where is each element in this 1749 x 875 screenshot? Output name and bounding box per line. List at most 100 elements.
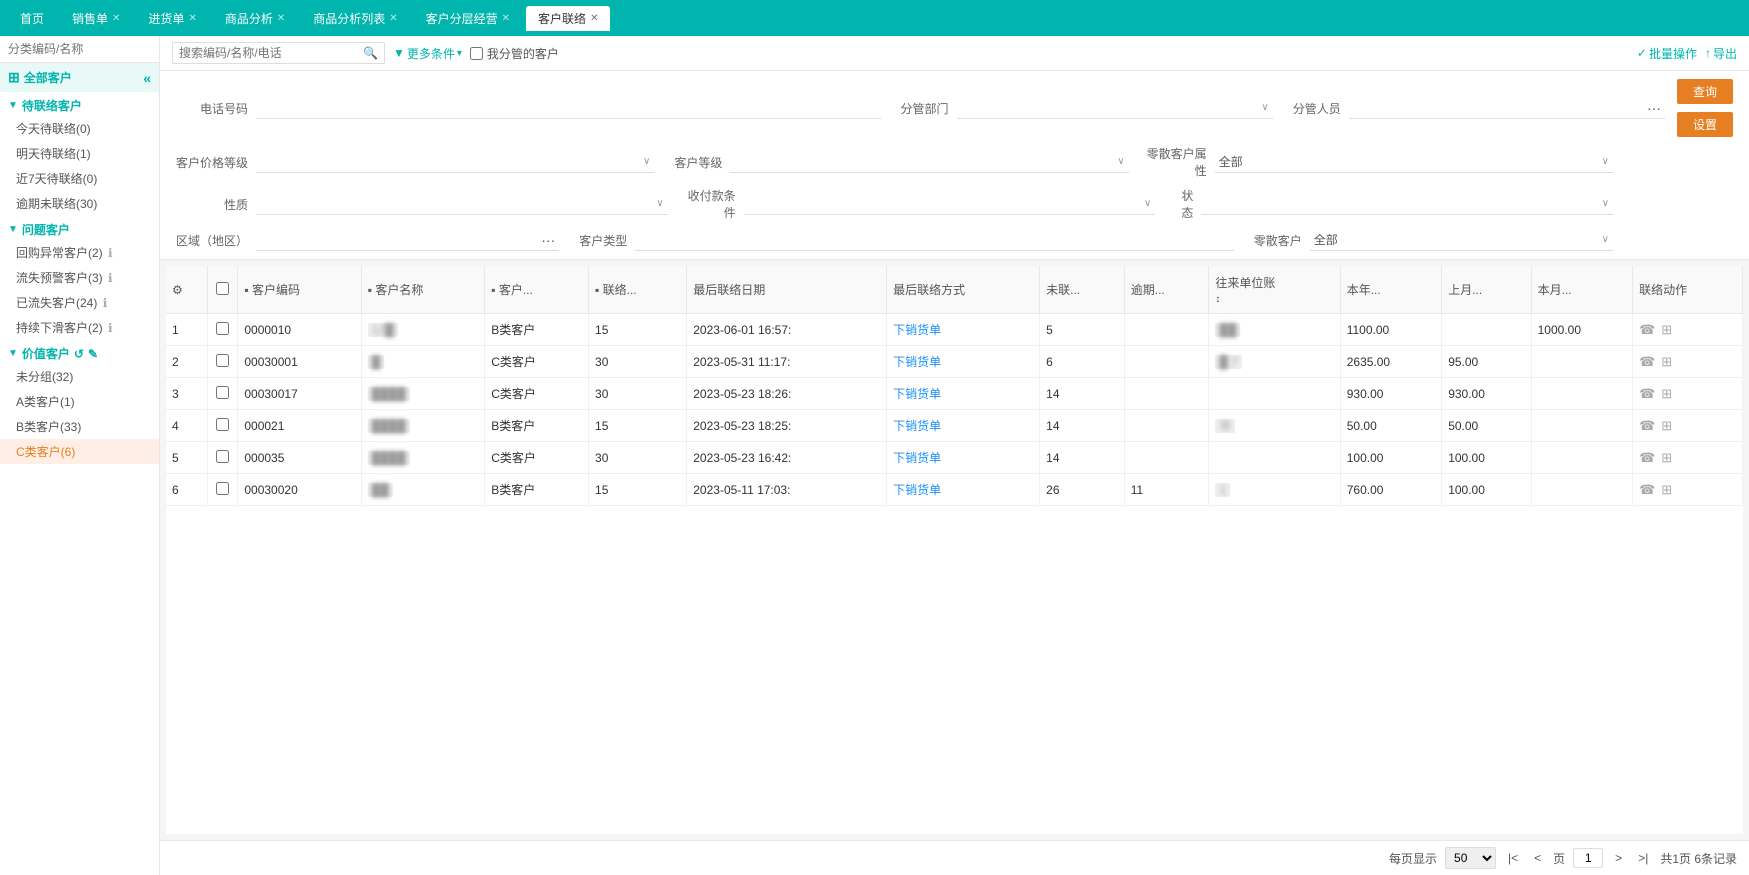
close-sales-tab-icon[interactable]: ✕ — [112, 13, 120, 24]
row-unit-balance — [1209, 442, 1340, 474]
settings-icon[interactable]: ⚙ — [172, 283, 183, 297]
pagination-next[interactable]: > — [1611, 849, 1626, 867]
row-last-method[interactable]: 下销货单 — [887, 474, 1040, 506]
more-conditions-button[interactable]: ▼ 更多条件 ▾ — [393, 45, 462, 62]
close-purchase-tab-icon[interactable]: ✕ — [188, 13, 196, 24]
export-button[interactable]: ↑ 导出 — [1705, 45, 1737, 62]
per-page-select[interactable]: 50 100 200 — [1445, 847, 1496, 869]
sidebar-item-ungrouped[interactable]: 未分组(32) — [0, 364, 159, 389]
sidebar-item-declining[interactable]: 持续下滑客户(2) ℹ — [0, 315, 159, 340]
col-customer-code: ▪ 客户编码 — [238, 266, 361, 314]
customer-level-field[interactable]: ∨ — [730, 151, 1128, 173]
row-this-month — [1531, 410, 1632, 442]
sidebar-item-today-contact[interactable]: 今天待联络(0) — [0, 116, 159, 141]
sidebar-item-a-customers[interactable]: A类客户(1) — [0, 389, 159, 414]
phone-action-icon[interactable]: ☎ — [1639, 450, 1655, 466]
nature-field[interactable]: ∨ — [256, 193, 668, 215]
phone-action-icon[interactable]: ☎ — [1639, 322, 1655, 338]
main-layout: 🔍 ⊞ 全部客户 « ▼ 待联络客户 今天待联络(0) 明天待联络(1) 近7天… — [0, 36, 1749, 875]
grid-action-icon[interactable]: ⊞ — [1661, 386, 1672, 402]
sidebar-collapse-icon[interactable]: « — [143, 70, 151, 86]
sidebar-group-pending[interactable]: ▼ 待联络客户 — [0, 92, 159, 116]
pagination-prev-prev[interactable]: |< — [1504, 849, 1522, 867]
col-gear[interactable]: ⚙ — [166, 266, 208, 314]
payment-field[interactable]: ∨ — [744, 193, 1156, 215]
sidebar-group-value[interactable]: ▼ 价值客户 ↺ ✎ — [0, 340, 159, 364]
col-checkbox[interactable] — [208, 266, 238, 314]
row-last-method[interactable]: 下销货单 — [887, 442, 1040, 474]
close-customer-contact-tab-icon[interactable]: ✕ — [590, 13, 598, 24]
nav-tab-product-list[interactable]: 商品分析列表 ✕ — [301, 6, 409, 31]
sidebar-item-overdue-contact[interactable]: 逾期未联络(30) — [0, 191, 159, 216]
data-table-container: ⚙ ▪ 客户编码 ▪ 客户名称 ▪ 客户... ▪ 联络... 最后联络日期 最… — [166, 266, 1743, 834]
my-customers-filter[interactable]: 我分管的客户 — [470, 45, 559, 62]
grid-action-icon[interactable]: ⊞ — [1661, 418, 1672, 434]
nav-tab-customer-tier[interactable]: 客户分层经营 ✕ — [414, 6, 522, 31]
nav-tab-product-analysis[interactable]: 商品分析 ✕ — [213, 6, 297, 31]
nav-home[interactable]: 首页 — [8, 6, 56, 31]
row-last-method[interactable]: 下销货单 — [887, 410, 1040, 442]
my-customers-checkbox[interactable] — [470, 47, 483, 60]
nav-tab-sales[interactable]: 销售单 ✕ — [60, 6, 132, 31]
query-button[interactable]: 查询 — [1677, 79, 1733, 104]
row-last-method[interactable]: 下销货单 — [887, 346, 1040, 378]
row-checkbox[interactable] — [208, 474, 238, 506]
sidebar-item-c-customers[interactable]: C类客户(6) — [0, 439, 159, 464]
row-overdue — [1124, 346, 1209, 378]
sidebar-item-b-customers[interactable]: B类客户(33) — [0, 414, 159, 439]
row-checkbox[interactable] — [208, 346, 238, 378]
row-num: 5 — [166, 442, 208, 474]
region-field[interactable]: ··· — [256, 229, 559, 251]
edit-icon[interactable]: ✎ — [88, 347, 98, 361]
batch-operation-button[interactable]: ✓ 批量操作 — [1637, 45, 1697, 62]
sidebar-search-input[interactable] — [8, 42, 160, 56]
close-product-list-tab-icon[interactable]: ✕ — [389, 13, 397, 24]
select-all-checkbox[interactable] — [216, 282, 229, 295]
sidebar-item-tomorrow-contact[interactable]: 明天待联络(1) — [0, 141, 159, 166]
customer-search-input[interactable] — [179, 46, 359, 60]
sidebar-item-repurchase-abnormal[interactable]: 回购异常客户(2) ℹ — [0, 240, 159, 265]
page-number-input[interactable] — [1573, 848, 1603, 868]
sidebar-group-problem[interactable]: ▼ 问题客户 — [0, 216, 159, 240]
phone-action-icon[interactable]: ☎ — [1639, 418, 1655, 434]
phone-action-icon[interactable]: ☎ — [1639, 482, 1655, 498]
phone-field[interactable] — [256, 97, 881, 119]
row-last-method[interactable]: 下销货单 — [887, 314, 1040, 346]
pagination-next-next[interactable]: >| — [1634, 849, 1652, 867]
grid-action-icon[interactable]: ⊞ — [1661, 482, 1672, 498]
nav-tab-customer-contact[interactable]: 客户联络 ✕ — [526, 6, 610, 31]
phone-action-icon[interactable]: ☎ — [1639, 354, 1655, 370]
row-checkbox[interactable] — [208, 378, 238, 410]
region-dots-icon[interactable]: ··· — [541, 232, 555, 248]
sidebar-all-customers[interactable]: ⊞ 全部客户 « — [0, 63, 159, 92]
row-checkbox[interactable] — [208, 314, 238, 346]
dept-field[interactable]: ∨ — [957, 97, 1273, 119]
pagination-prev[interactable]: < — [1530, 849, 1545, 867]
arrow-down-icon: ▼ — [8, 100, 18, 111]
row-actions: ☎ ⊞ — [1633, 474, 1743, 506]
customer-type-field[interactable] — [635, 229, 1234, 251]
row-type: B类客户 — [485, 474, 589, 506]
person-field[interactable]: ··· — [1349, 97, 1665, 119]
row-checkbox[interactable] — [208, 410, 238, 442]
retail-attr-field[interactable]: 全部 ∨ — [1215, 151, 1613, 173]
sidebar-item-churn-warning[interactable]: 流失预警客户(3) ℹ — [0, 265, 159, 290]
search-icon[interactable]: 🔍 — [363, 46, 378, 60]
row-last-method[interactable]: 下销货单 — [887, 378, 1040, 410]
price-level-field[interactable]: ∨ — [256, 151, 654, 173]
refresh-icon[interactable]: ↺ — [74, 347, 84, 361]
set-button[interactable]: 设置 — [1677, 112, 1733, 137]
close-customer-tier-tab-icon[interactable]: ✕ — [502, 13, 510, 24]
retail-customer-field[interactable]: 全部 ∨ — [1310, 229, 1613, 251]
nav-tab-purchase[interactable]: 进货单 ✕ — [136, 6, 208, 31]
phone-action-icon[interactable]: ☎ — [1639, 386, 1655, 402]
grid-action-icon[interactable]: ⊞ — [1661, 450, 1672, 466]
person-dots-icon[interactable]: ··· — [1647, 100, 1661, 116]
sidebar-item-churned[interactable]: 已流失客户(24) ℹ — [0, 290, 159, 315]
close-product-analysis-tab-icon[interactable]: ✕ — [277, 13, 285, 24]
sidebar-item-7day-contact[interactable]: 近7天待联络(0) — [0, 166, 159, 191]
grid-action-icon[interactable]: ⊞ — [1661, 354, 1672, 370]
row-checkbox[interactable] — [208, 442, 238, 474]
grid-action-icon[interactable]: ⊞ — [1661, 322, 1672, 338]
status-field[interactable]: ∨ — [1201, 193, 1613, 215]
